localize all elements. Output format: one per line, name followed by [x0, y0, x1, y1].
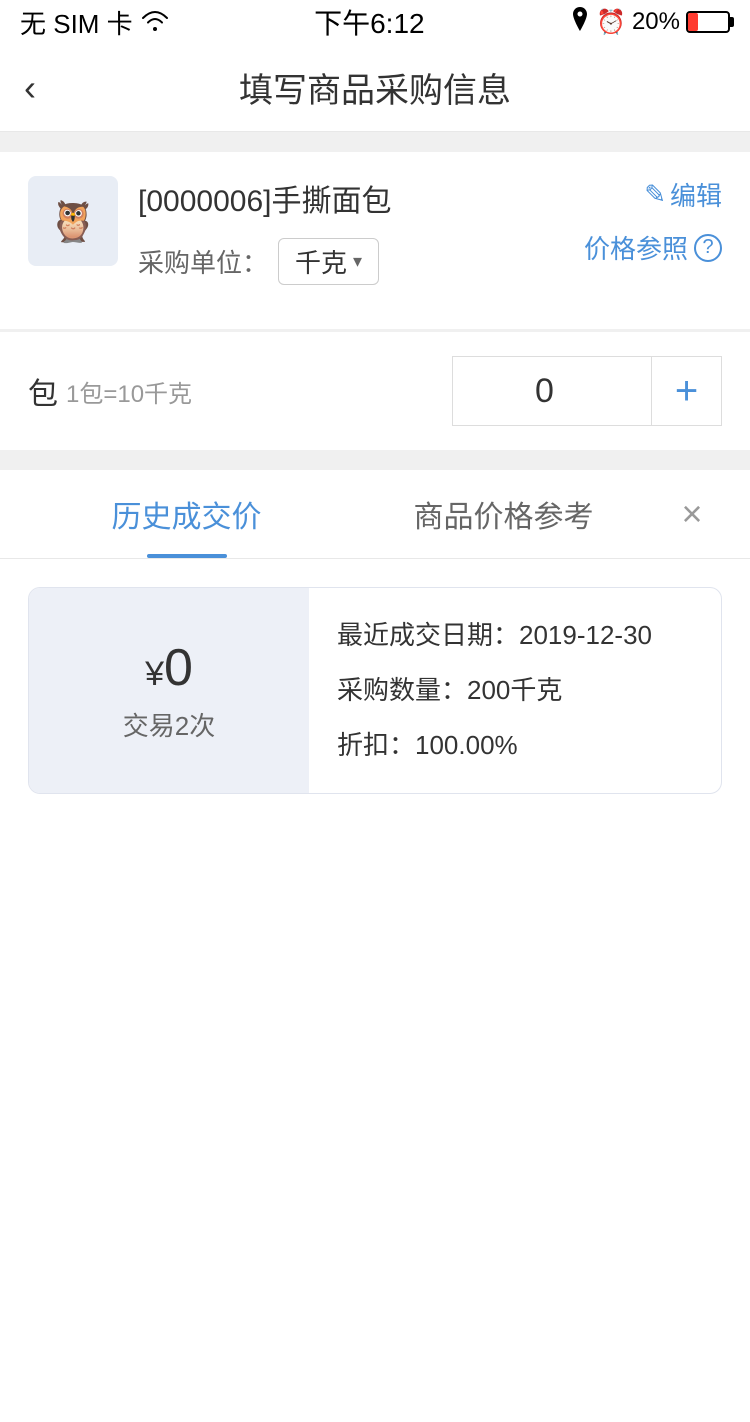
quantity-label: 包 1包=10千克 [28, 369, 192, 413]
history-trades-count: 交易2次 [123, 706, 215, 743]
battery-text: 20% [632, 8, 680, 36]
history-card: ¥0 交易2次 最近成交日期：2019-12-30 采购数量：200千克 折扣：… [28, 587, 722, 794]
purchase-quantity-value: 200千克 [467, 675, 562, 705]
quantity-section: 包 1包=10千克 + [0, 331, 750, 450]
status-left: 无 SIM 卡 [20, 4, 169, 41]
edit-icon: ✎ [644, 179, 666, 210]
history-details: 最近成交日期：2019-12-30 采购数量：200千克 折扣：100.00% [309, 588, 721, 793]
unit-value: 千克 [295, 243, 347, 280]
tabs-panel: 历史成交价 商品价格参考 × ¥0 交易2次 最近成交日期：2019-12-30… [0, 470, 750, 822]
bottom-space [0, 822, 750, 1422]
recent-date-row: 最近成交日期：2019-12-30 [337, 616, 693, 655]
product-info: [0000006]手撕面包 采购单位： 千克 ▾ [138, 176, 391, 285]
history-price-summary: ¥0 交易2次 [29, 588, 309, 793]
location-icon [570, 7, 590, 38]
wifi-icon [141, 7, 169, 38]
status-bar: 无 SIM 卡 下午6:12 ⏰ 20% [0, 0, 750, 44]
info-icon: ? [694, 234, 722, 262]
product-code: [0000006]手撕面包 [138, 176, 391, 220]
quantity-input-group: + [452, 356, 722, 426]
battery-icon [686, 11, 730, 33]
tabs-bar: 历史成交价 商品价格参考 × [0, 470, 750, 559]
product-header: 🦉 [0000006]手撕面包 采购单位： 千克 ▾ ✎ 编辑 价格参照 [28, 176, 722, 285]
price-ref-label: 价格参照 [584, 229, 688, 266]
price-ref-button[interactable]: 价格参照 ? [584, 229, 722, 266]
quantity-input[interactable] [452, 356, 652, 426]
status-right: ⏰ 20% [570, 7, 730, 38]
alarm-icon: ⏰ [596, 8, 626, 37]
back-button[interactable]: ‹ [24, 67, 36, 109]
product-left: 🦉 [0000006]手撕面包 采购单位： 千克 ▾ [28, 176, 391, 285]
tab-product-price[interactable]: 商品价格参考 [345, 470, 662, 558]
quantity-hint: 1包=10千克 [66, 374, 192, 409]
nav-bar: ‹ 填写商品采购信息 [0, 44, 750, 132]
section-divider [0, 450, 750, 470]
history-content: ¥0 交易2次 最近成交日期：2019-12-30 采购数量：200千克 折扣：… [0, 559, 750, 822]
purchase-quantity-label: 采购数量： [337, 675, 467, 705]
discount-row: 折扣：100.00% [337, 726, 693, 765]
page-title: 填写商品采购信息 [239, 63, 511, 112]
purchase-unit-label: 采购单位： [138, 243, 268, 280]
history-price-value: ¥0 [145, 638, 193, 698]
status-time: 下午6:12 [314, 2, 425, 42]
currency-symbol: ¥ [145, 655, 164, 693]
discount-label: 折扣： [337, 730, 415, 760]
quantity-plus-button[interactable]: + [652, 356, 722, 426]
purchase-quantity-row: 采购数量：200千克 [337, 671, 693, 710]
quantity-unit: 包 [28, 369, 58, 413]
carrier-text: 无 SIM 卡 [20, 4, 133, 41]
recent-date-value: 2019-12-30 [519, 620, 652, 650]
product-card: 🦉 [0000006]手撕面包 采购单位： 千克 ▾ ✎ 编辑 价格参照 [0, 152, 750, 329]
purchase-unit-row: 采购单位： 千克 ▾ [138, 238, 391, 285]
unit-select[interactable]: 千克 ▾ [278, 238, 379, 285]
edit-button[interactable]: ✎ 编辑 [644, 176, 722, 213]
product-thumb-icon: 🦉 [48, 198, 98, 245]
tabs-close-button[interactable]: × [662, 470, 722, 558]
recent-date-label: 最近成交日期： [337, 620, 519, 650]
chevron-down-icon: ▾ [353, 251, 362, 272]
discount-value: 100.00% [415, 730, 518, 760]
price-ref-area: ✎ 编辑 价格参照 ? [584, 176, 722, 266]
product-thumbnail: 🦉 [28, 176, 118, 266]
tab-history-price[interactable]: 历史成交价 [28, 470, 345, 558]
